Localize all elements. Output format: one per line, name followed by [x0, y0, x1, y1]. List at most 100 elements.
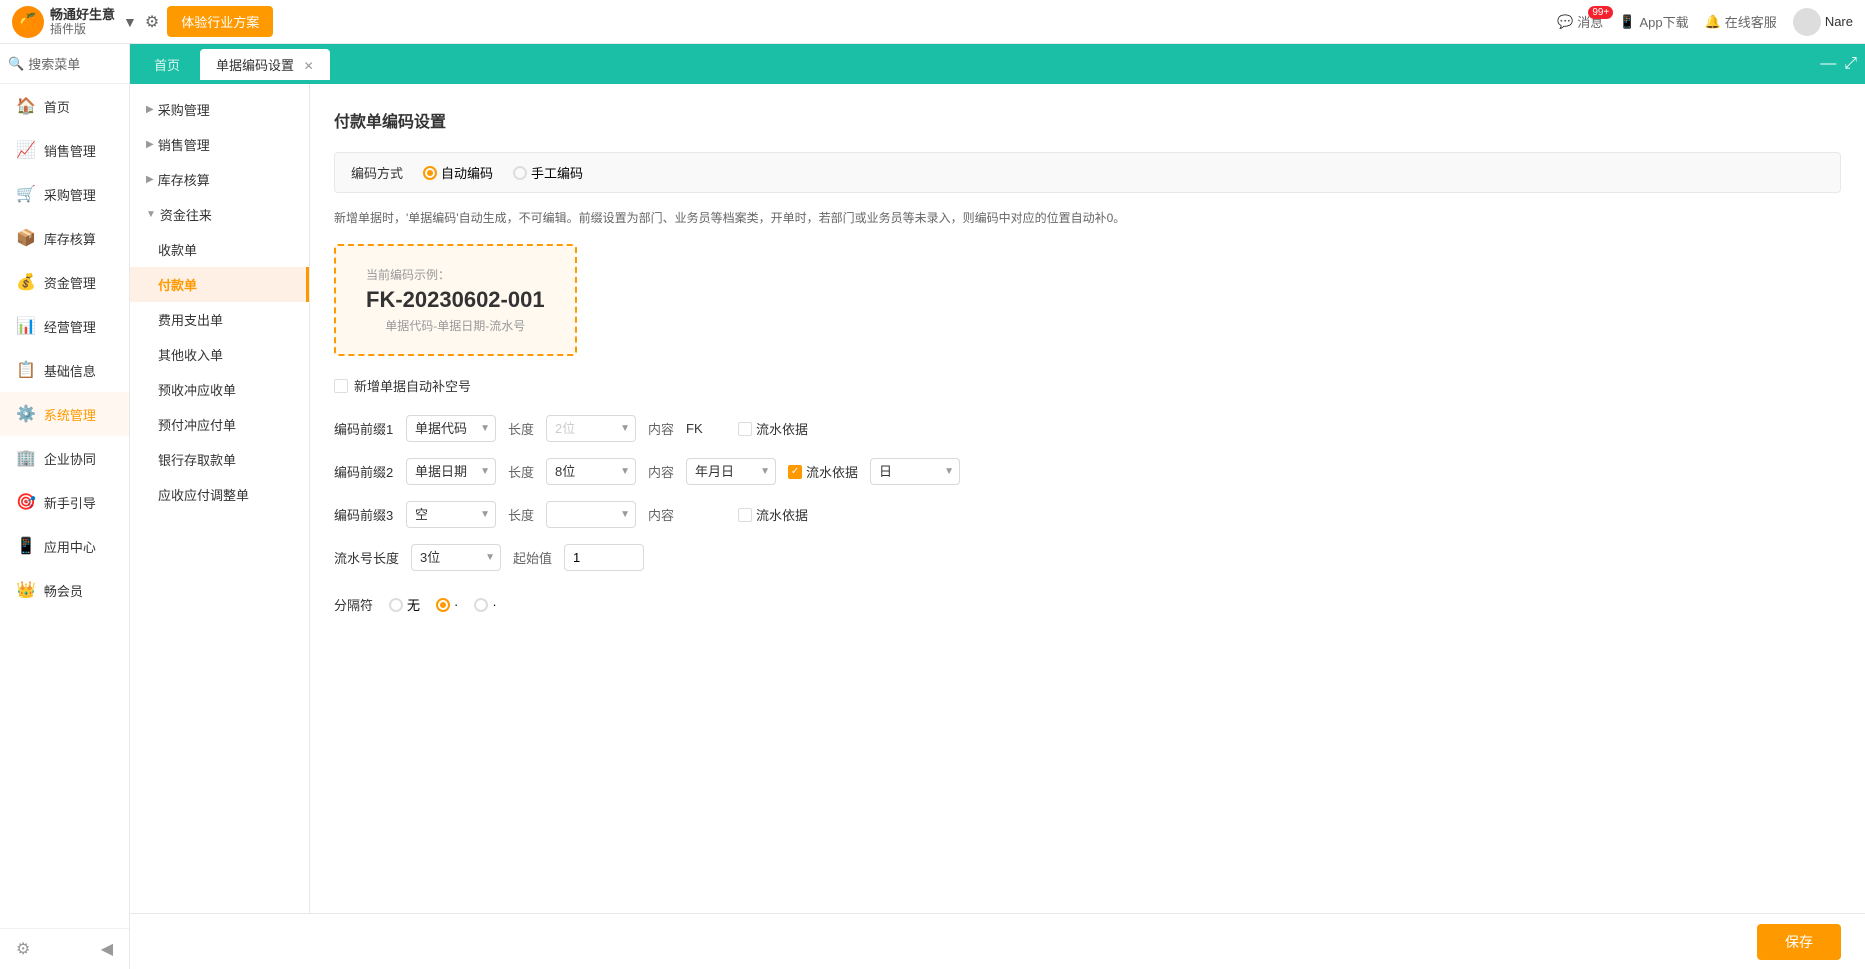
stream2-checkbox[interactable]: ✓ [788, 465, 802, 479]
avatar [1793, 8, 1821, 36]
sidebar-item-home[interactable]: 🏠 首页 [0, 84, 129, 128]
prefix2-label: 编码前缀2 [334, 462, 394, 481]
nav-group-inventory[interactable]: ▶ 库存核算 [130, 162, 309, 197]
serial-length-select[interactable]: 3位 [411, 544, 501, 571]
stream3-checkbox[interactable] [738, 508, 752, 522]
manual-encoding-option[interactable]: 手工编码 [513, 163, 583, 182]
sidebar-search[interactable]: 🔍 搜索菜单 [0, 44, 129, 84]
tab-close-icon[interactable]: ✕ [304, 59, 314, 73]
tab-minimize-button[interactable]: — [1820, 55, 1836, 73]
search-label: 搜索菜单 [28, 54, 80, 73]
sidebar-item-member[interactable]: 👑 畅会员 [0, 568, 129, 612]
tab-encoding[interactable]: 单据编码设置 ✕ [200, 49, 330, 80]
nav-group-sales[interactable]: ▶ 销售管理 [130, 127, 309, 162]
length3-select[interactable] [546, 501, 636, 528]
sidebar-item-operation[interactable]: 📊 经营管理 [0, 304, 129, 348]
user-info[interactable]: Nare [1793, 8, 1853, 36]
length1-select[interactable]: 2位 [546, 415, 636, 442]
sidebar-item-apps[interactable]: 📱 应用中心 [0, 524, 129, 568]
sep-dot-radio[interactable] [474, 598, 488, 612]
prefix1-label: 编码前缀1 [334, 419, 394, 438]
nav-child-bank[interactable]: 银行存取款单 [130, 442, 309, 477]
sidebar-item-label: 经营管理 [44, 317, 96, 336]
sidebar-item-inventory[interactable]: 📦 库存核算 [0, 216, 129, 260]
settings-icon[interactable]: ⚙ [145, 12, 159, 32]
stream2-checkbox-row[interactable]: ✓ 流水依据 [788, 462, 858, 481]
sidebar: 🔍 搜索菜单 🏠 首页 📈 销售管理 🛒 采购管理 📦 库存核算 💰 资金管理 … [0, 44, 130, 969]
sep-none-option[interactable]: 无 [389, 595, 420, 614]
auto-fill-checkbox[interactable] [334, 379, 348, 393]
settings-panel: 付款单编码设置 编码方式 自动编码 手工编码 新增单据时，'单据编码'自动生成，… [310, 84, 1865, 913]
basic-icon: 📋 [16, 360, 36, 380]
content2-select-wrapper: 年月日 ▼ [686, 458, 776, 485]
top-bar: 🍊 畅通好生意 插件版 ▼ ⚙ 体验行业方案 💬 消息 99+ 📱 App下载 … [0, 0, 1865, 44]
sidebar-gear-icon[interactable]: ⚙ [16, 939, 30, 959]
member-icon: 👑 [16, 580, 36, 600]
purchase-icon: 🛒 [16, 184, 36, 204]
sidebar-item-company[interactable]: 🏢 企业协同 [0, 436, 129, 480]
sidebar-item-newbie[interactable]: 🎯 新手引导 [0, 480, 129, 524]
prefix3-select[interactable]: 空 [406, 501, 496, 528]
tab-home[interactable]: 首页 [138, 49, 196, 80]
nav-child-prepay-pay[interactable]: 预付冲应付单 [130, 407, 309, 442]
stream2-unit-select[interactable]: 日 [870, 458, 960, 485]
manual-encoding-radio[interactable] [513, 166, 527, 180]
save-button[interactable]: 保存 [1757, 924, 1841, 960]
nav-group-purchase[interactable]: ▶ 采购管理 [130, 92, 309, 127]
auto-encoding-label: 自动编码 [441, 163, 493, 182]
sep-none-radio[interactable] [389, 598, 403, 612]
length2-select[interactable]: 8位 [546, 458, 636, 485]
sep-dash-label: · [454, 597, 458, 612]
sidebar-item-label: 资金管理 [44, 273, 96, 292]
stream2-unit-wrapper: 日 ▼ [870, 458, 960, 485]
encoding-method-row: 编码方式 自动编码 手工编码 [334, 152, 1841, 193]
tab-maximize-button[interactable]: ⤢ [1844, 55, 1857, 73]
operation-icon: 📊 [16, 316, 36, 336]
system-icon: ⚙️ [16, 404, 36, 424]
start-value-label: 起始值 [513, 548, 552, 567]
prefix1-select[interactable]: 单据代码 [406, 415, 496, 442]
sidebar-collapse-icon[interactable]: ◀ [101, 939, 113, 959]
length2-select-wrapper: 8位 ▼ [546, 458, 636, 485]
sidebar-item-purchase[interactable]: 🛒 采购管理 [0, 172, 129, 216]
auto-encoding-radio[interactable] [423, 166, 437, 180]
stream3-checkbox-row[interactable]: 流水依据 [738, 505, 808, 524]
sidebar-item-basic[interactable]: 📋 基础信息 [0, 348, 129, 392]
nav-child-receipt[interactable]: 收款单 [130, 232, 309, 267]
content2-select[interactable]: 年月日 [686, 458, 776, 485]
auto-encoding-option[interactable]: 自动编码 [423, 163, 493, 182]
nav-child-income[interactable]: 其他收入单 [130, 337, 309, 372]
prefix3-label: 编码前缀3 [334, 505, 394, 524]
dropdown-arrow[interactable]: ▼ [123, 14, 137, 30]
length3-select-wrapper: ▼ [546, 501, 636, 528]
main-layout: 🔍 搜索菜单 🏠 首页 📈 销售管理 🛒 采购管理 📦 库存核算 💰 资金管理 … [0, 44, 1865, 969]
industry-button[interactable]: 体验行业方案 [167, 6, 273, 37]
brand-main: 畅通好生意 [50, 7, 115, 23]
length3-label: 长度 [508, 505, 534, 524]
nav-child-expense[interactable]: 费用支出单 [130, 302, 309, 337]
nav-child-adjust[interactable]: 应收应付调整单 [130, 477, 309, 512]
sep-dash-option[interactable]: · [436, 597, 458, 612]
start-value-input[interactable] [564, 544, 644, 571]
sidebar-item-finance[interactable]: 💰 资金管理 [0, 260, 129, 304]
online-service-item[interactable]: 🔔 在线客服 [1705, 12, 1777, 31]
message-item[interactable]: 💬 消息 99+ [1557, 12, 1603, 31]
nav-child-payment[interactable]: 付款单 [130, 267, 309, 302]
manual-encoding-label: 手工编码 [531, 163, 583, 182]
top-bar-left: 🍊 畅通好生意 插件版 ▼ ⚙ 体验行业方案 [12, 6, 273, 38]
stream1-checkbox-row[interactable]: 流水依据 [738, 419, 808, 438]
brand-text: 畅通好生意 插件版 [50, 7, 115, 37]
form-section: 编码前缀1 单据代码 ▼ 长度 2位 ▼ [334, 415, 1841, 614]
apps-icon: 📱 [16, 536, 36, 556]
sidebar-item-system[interactable]: ⚙️ 系统管理 [0, 392, 129, 436]
sep-dash-radio[interactable] [436, 598, 450, 612]
stream1-checkbox[interactable] [738, 422, 752, 436]
sidebar-item-label: 系统管理 [44, 405, 96, 424]
auto-fill-row[interactable]: 新增单据自动补空号 [334, 376, 1841, 395]
app-download-item[interactable]: 📱 App下载 [1619, 12, 1688, 31]
nav-group-capital[interactable]: ▼ 资金往来 [130, 197, 309, 232]
sidebar-item-sales[interactable]: 📈 销售管理 [0, 128, 129, 172]
nav-child-prepay-recv[interactable]: 预收冲应收单 [130, 372, 309, 407]
sep-dot-option[interactable]: · [474, 597, 496, 612]
prefix2-select[interactable]: 单据日期 [406, 458, 496, 485]
